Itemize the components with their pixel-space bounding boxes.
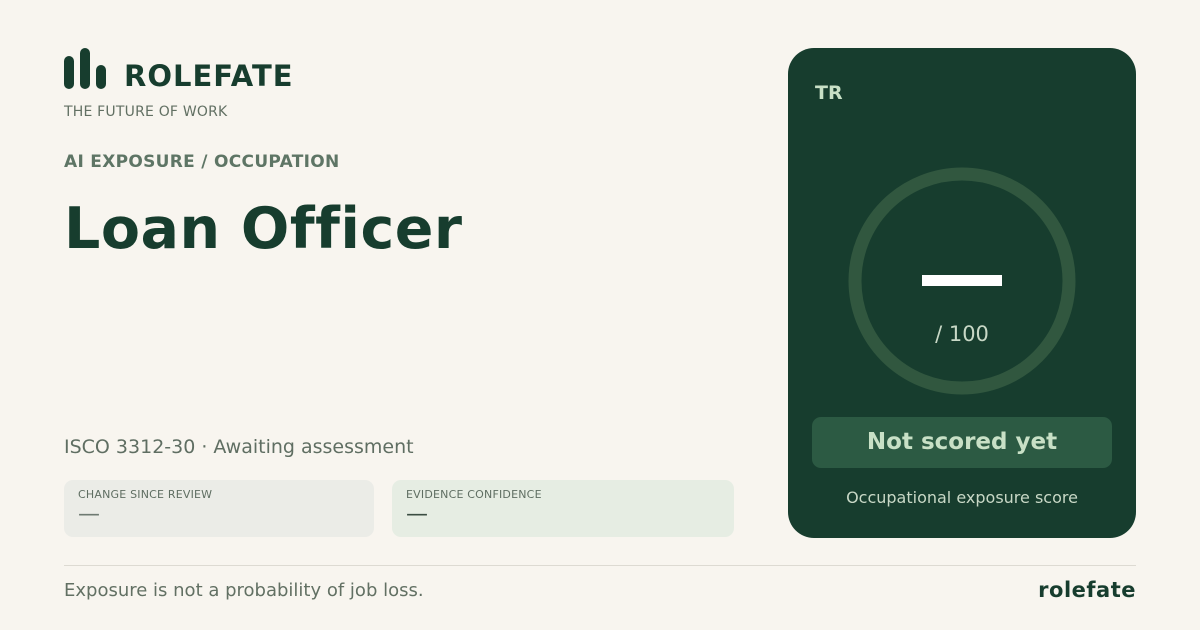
score-placeholder-dash — [922, 275, 1002, 286]
eyebrow: AI EXPOSURE / OCCUPATION — [64, 152, 340, 172]
country-code: TR — [815, 82, 843, 104]
stat-change-since-review: CHANGE SINCE REVIEW — — [64, 480, 374, 537]
footer-divider — [64, 565, 1136, 566]
score-card: TR / 100 Not scored yet Occupational exp… — [788, 48, 1136, 538]
brand: ROLEFATE — [64, 48, 294, 93]
occupation-meta: ISCO 3312-30 · Awaiting assessment — [64, 436, 414, 458]
footer-brand: rolefate — [1038, 578, 1136, 602]
brand-tagline: THE FUTURE OF WORK — [64, 104, 228, 120]
stat-label: EVIDENCE CONFIDENCE — [406, 488, 542, 501]
occupation-title: Loan Officer — [64, 196, 463, 262]
score-max: / 100 — [935, 322, 989, 346]
stat-evidence-confidence: EVIDENCE CONFIDENCE — — [392, 480, 734, 537]
status-badge: Not scored yet — [812, 417, 1112, 468]
score-caption: Occupational exposure score — [846, 488, 1078, 507]
stat-label: CHANGE SINCE REVIEW — [78, 488, 213, 501]
brand-name: ROLEFATE — [124, 59, 294, 93]
stat-value: — — [406, 502, 428, 527]
disclaimer: Exposure is not a probability of job los… — [64, 580, 424, 601]
stat-value: — — [78, 502, 100, 527]
bar-chart-icon — [64, 48, 106, 89]
